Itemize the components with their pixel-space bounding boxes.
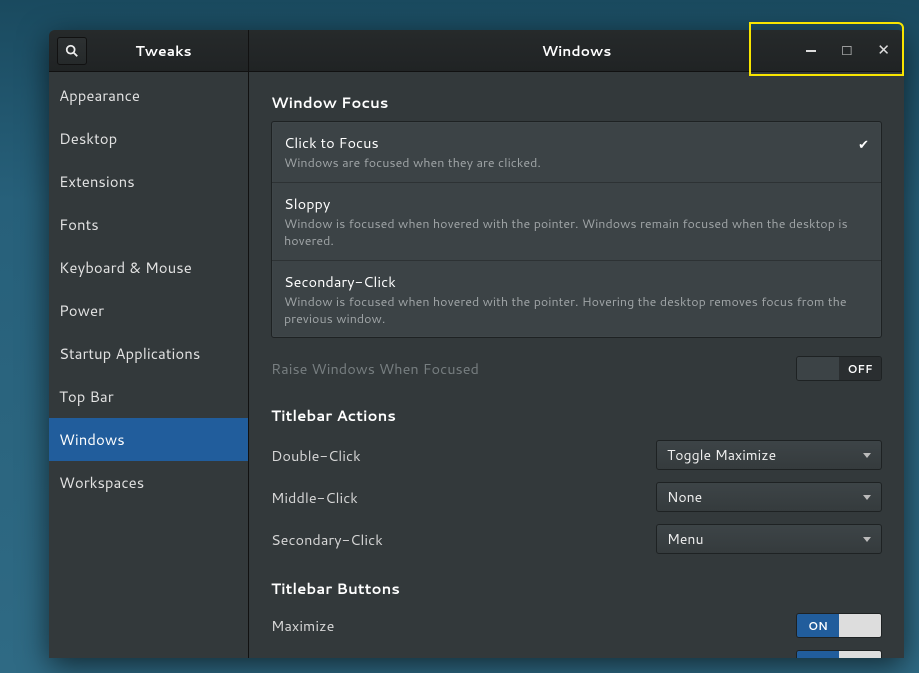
content: Window Focus Click to Focus Windows are …	[249, 72, 904, 658]
maximize-row: Maximize ON	[271, 607, 882, 644]
sidebar-item-top-bar[interactable]: Top Bar	[49, 375, 248, 418]
chevron-down-icon	[863, 537, 871, 542]
maximize-label: Maximize	[271, 615, 796, 636]
focus-option-desc: Windows are focused when they are clicke…	[284, 155, 850, 172]
sidebar-item-windows[interactable]: Windows	[49, 418, 248, 461]
sidebar-item-desktop[interactable]: Desktop	[49, 117, 248, 160]
section-titlebar-buttons-title: Titlebar Buttons	[271, 578, 882, 599]
focus-option-desc: Window is focused when hovered with the …	[284, 294, 869, 328]
minimize-label: Minimize	[271, 652, 796, 658]
sidebar-item-fonts[interactable]: Fonts	[49, 203, 248, 246]
minimize-button[interactable]	[806, 42, 816, 57]
double-click-label: Double-Click	[271, 445, 656, 466]
focus-option-title: Sloppy	[284, 193, 869, 214]
raise-windows-toggle[interactable]: OFF	[796, 356, 882, 381]
window-body: Appearance Desktop Extensions Fonts Keyb…	[49, 72, 904, 658]
sidebar-item-workspaces[interactable]: Workspaces	[49, 461, 248, 504]
sidebar: Appearance Desktop Extensions Fonts Keyb…	[49, 72, 249, 658]
search-button[interactable]	[57, 37, 87, 65]
maximize-toggle[interactable]: ON	[796, 613, 882, 638]
sidebar-item-extensions[interactable]: Extensions	[49, 160, 248, 203]
double-click-row: Double-Click Toggle Maximize	[271, 434, 882, 476]
sidebar-item-keyboard-mouse[interactable]: Keyboard & Mouse	[49, 246, 248, 289]
secondary-click-label: Secondary-Click	[271, 529, 656, 550]
raise-windows-label: Raise Windows When Focused	[271, 358, 796, 379]
middle-click-dropdown[interactable]: None	[656, 482, 882, 512]
middle-click-label: Middle-Click	[271, 487, 656, 508]
close-button[interactable]: ✕	[877, 42, 890, 57]
secondary-click-row: Secondary-Click Menu	[271, 518, 882, 560]
focus-option-desc: Window is focused when hovered with the …	[284, 216, 869, 250]
minimize-toggle[interactable]: ON	[796, 650, 882, 658]
search-icon	[65, 44, 79, 58]
header-left: Tweaks	[49, 30, 249, 71]
middle-click-row: Middle-Click None	[271, 476, 882, 518]
window-controls: □ ✕	[749, 22, 904, 76]
secondary-click-dropdown[interactable]: Menu	[656, 524, 882, 554]
double-click-dropdown[interactable]: Toggle Maximize	[656, 440, 882, 470]
minimize-row: Minimize ON	[271, 644, 882, 658]
chevron-down-icon	[863, 495, 871, 500]
chevron-down-icon	[863, 453, 871, 458]
focus-option-title: Click to Focus	[284, 132, 850, 153]
section-window-focus-title: Window Focus	[271, 92, 882, 113]
sidebar-item-power[interactable]: Power	[49, 289, 248, 332]
raise-windows-row: Raise Windows When Focused OFF	[271, 350, 882, 387]
maximize-button[interactable]: □	[842, 42, 851, 57]
app-title: Tweaks	[87, 41, 240, 61]
focus-mode-group: Click to Focus Windows are focused when …	[271, 121, 882, 338]
tweaks-window: Tweaks Windows □ ✕ Appearance Desktop Ex…	[49, 30, 904, 658]
focus-option-click[interactable]: Click to Focus Windows are focused when …	[272, 122, 881, 183]
header-right: Windows □ ✕	[249, 30, 904, 71]
focus-option-title: Secondary-Click	[284, 271, 869, 292]
focus-option-secondary[interactable]: Secondary-Click Window is focused when h…	[272, 261, 881, 338]
header-bar: Tweaks Windows □ ✕	[49, 30, 904, 72]
section-titlebar-actions-title: Titlebar Actions	[271, 405, 882, 426]
check-icon: ✔	[858, 136, 869, 154]
sidebar-item-appearance[interactable]: Appearance	[49, 74, 248, 117]
focus-option-sloppy[interactable]: Sloppy Window is focused when hovered wi…	[272, 183, 881, 261]
sidebar-item-startup-applications[interactable]: Startup Applications	[49, 332, 248, 375]
